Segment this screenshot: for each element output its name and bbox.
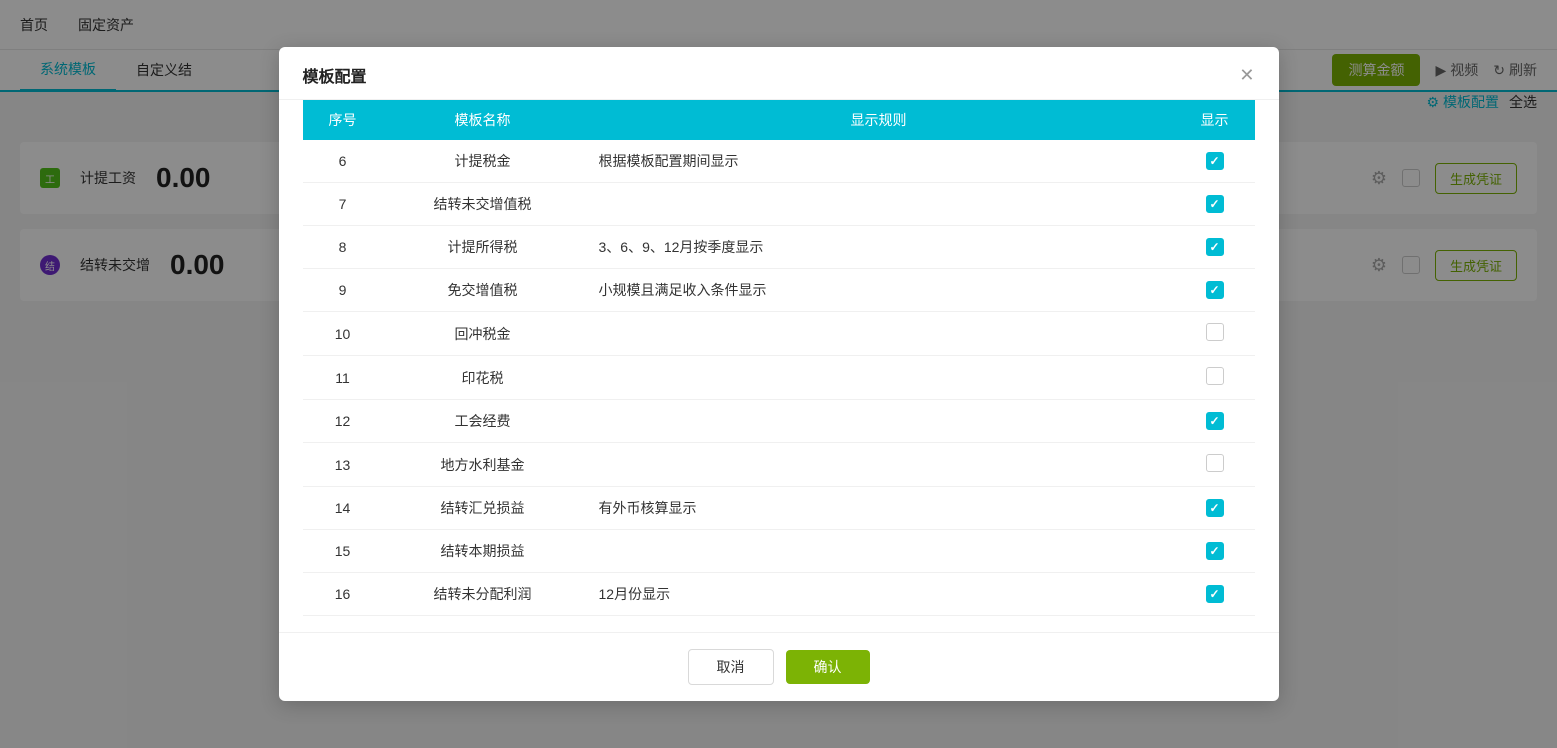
cell-display — [1175, 487, 1255, 530]
cell-name: 印花税 — [383, 356, 583, 400]
cell-rule: 有外币核算显示 — [583, 487, 1175, 530]
display-checkbox[interactable] — [1206, 412, 1224, 430]
display-checkbox[interactable] — [1206, 323, 1224, 341]
cell-name: 计提所得税 — [383, 226, 583, 269]
cell-seq: 16 — [303, 573, 383, 616]
cell-seq: 12 — [303, 400, 383, 443]
cell-display — [1175, 269, 1255, 312]
display-checkbox[interactable] — [1206, 367, 1224, 385]
modal-template-config: 模板配置 ✕ 序号 模板名称 显示规则 显示 6 计提税金 根据模板配置期间显示 — [279, 47, 1279, 701]
table-row: 14 结转汇兑损益 有外币核算显示 — [303, 487, 1255, 530]
cell-seq: 7 — [303, 183, 383, 226]
cell-rule — [583, 530, 1175, 573]
cell-name: 结转未分配利润 — [383, 573, 583, 616]
table-row: 7 结转未交增值税 — [303, 183, 1255, 226]
cell-display — [1175, 140, 1255, 183]
modal-body: 序号 模板名称 显示规则 显示 6 计提税金 根据模板配置期间显示 7 结转未交… — [279, 100, 1279, 632]
table-row: 8 计提所得税 3、6、9、12月按季度显示 — [303, 226, 1255, 269]
table-row: 6 计提税金 根据模板配置期间显示 — [303, 140, 1255, 183]
cell-name: 结转本期损益 — [383, 530, 583, 573]
cell-display — [1175, 356, 1255, 400]
cell-rule — [583, 400, 1175, 443]
cell-seq: 10 — [303, 312, 383, 356]
col-header-display: 显示 — [1175, 100, 1255, 140]
cell-rule — [583, 356, 1175, 400]
cell-rule: 小规模且满足收入条件显示 — [583, 269, 1175, 312]
config-table: 序号 模板名称 显示规则 显示 6 计提税金 根据模板配置期间显示 7 结转未交… — [303, 100, 1255, 616]
cell-rule — [583, 443, 1175, 487]
modal-footer: 取消 确认 — [279, 632, 1279, 701]
display-checkbox[interactable] — [1206, 152, 1224, 170]
display-checkbox[interactable] — [1206, 499, 1224, 517]
display-checkbox[interactable] — [1206, 585, 1224, 603]
modal-header: 模板配置 ✕ — [279, 47, 1279, 100]
cell-display — [1175, 573, 1255, 616]
cell-rule — [583, 312, 1175, 356]
cell-name: 工会经费 — [383, 400, 583, 443]
cell-display — [1175, 443, 1255, 487]
cell-display — [1175, 530, 1255, 573]
table-row: 15 结转本期损益 — [303, 530, 1255, 573]
col-header-name: 模板名称 — [383, 100, 583, 140]
cell-rule: 3、6、9、12月按季度显示 — [583, 226, 1175, 269]
table-row: 10 回冲税金 — [303, 312, 1255, 356]
cancel-button[interactable]: 取消 — [688, 649, 774, 685]
cell-display — [1175, 183, 1255, 226]
confirm-button[interactable]: 确认 — [786, 650, 870, 684]
table-row: 16 结转未分配利润 12月份显示 — [303, 573, 1255, 616]
cell-name: 免交增值税 — [383, 269, 583, 312]
cell-seq: 14 — [303, 487, 383, 530]
modal-title: 模板配置 — [303, 63, 367, 87]
cell-seq: 13 — [303, 443, 383, 487]
display-checkbox[interactable] — [1206, 542, 1224, 560]
cell-seq: 9 — [303, 269, 383, 312]
cell-name: 计提税金 — [383, 140, 583, 183]
modal-overlay: 模板配置 ✕ 序号 模板名称 显示规则 显示 6 计提税金 根据模板配置期间显示 — [0, 0, 1557, 748]
modal-close-button[interactable]: ✕ — [1239, 66, 1254, 84]
cell-display — [1175, 400, 1255, 443]
table-header-row: 序号 模板名称 显示规则 显示 — [303, 100, 1255, 140]
display-checkbox[interactable] — [1206, 454, 1224, 472]
cell-display — [1175, 312, 1255, 356]
table-row: 11 印花税 — [303, 356, 1255, 400]
display-checkbox[interactable] — [1206, 281, 1224, 299]
cell-name: 回冲税金 — [383, 312, 583, 356]
cell-name: 结转未交增值税 — [383, 183, 583, 226]
cell-display — [1175, 226, 1255, 269]
cell-rule — [583, 183, 1175, 226]
cell-seq: 6 — [303, 140, 383, 183]
cell-seq: 11 — [303, 356, 383, 400]
display-checkbox[interactable] — [1206, 195, 1224, 213]
cell-name: 结转汇兑损益 — [383, 487, 583, 530]
col-header-rule: 显示规则 — [583, 100, 1175, 140]
cell-name: 地方水利基金 — [383, 443, 583, 487]
col-header-seq: 序号 — [303, 100, 383, 140]
table-row: 13 地方水利基金 — [303, 443, 1255, 487]
table-row: 12 工会经费 — [303, 400, 1255, 443]
table-row: 9 免交增值税 小规模且满足收入条件显示 — [303, 269, 1255, 312]
cell-rule: 12月份显示 — [583, 573, 1175, 616]
cell-rule: 根据模板配置期间显示 — [583, 140, 1175, 183]
cell-seq: 15 — [303, 530, 383, 573]
cell-seq: 8 — [303, 226, 383, 269]
display-checkbox[interactable] — [1206, 238, 1224, 256]
